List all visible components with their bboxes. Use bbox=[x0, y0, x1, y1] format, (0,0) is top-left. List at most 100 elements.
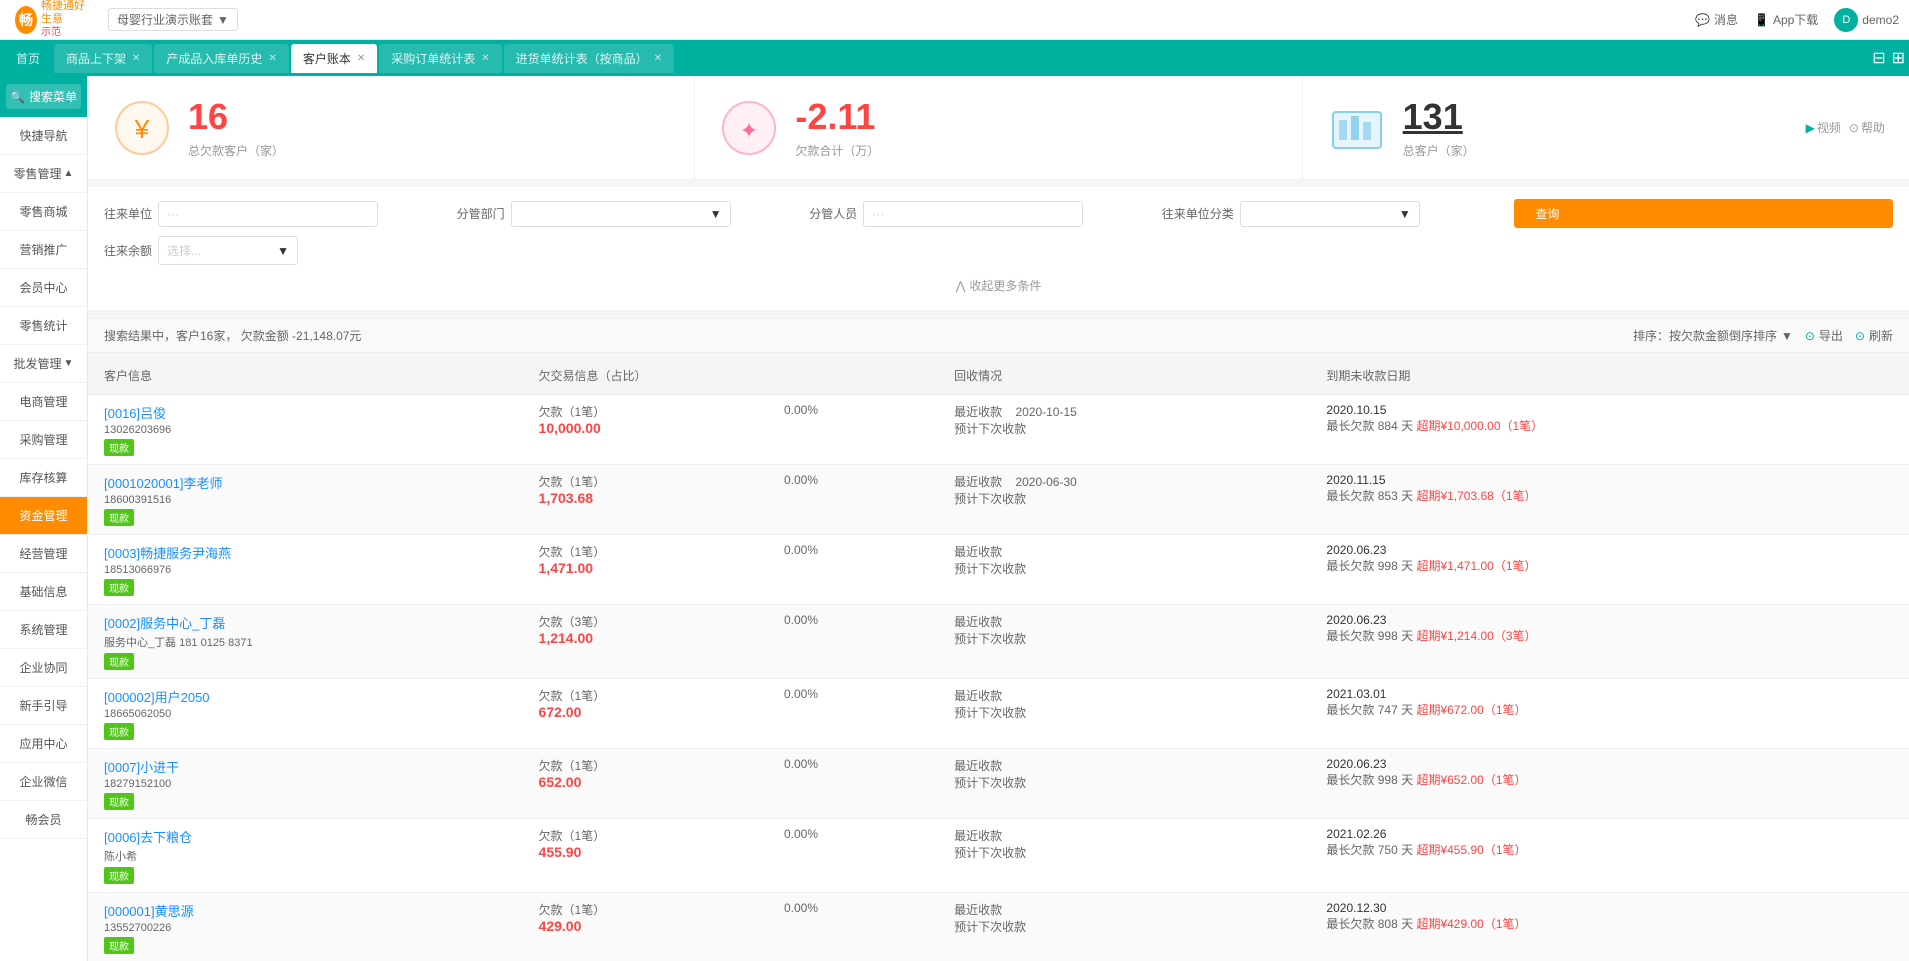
search-menu-button[interactable]: 🔍 搜索菜单 bbox=[6, 84, 81, 109]
latest-pay: 最近收款 2020-10-15 bbox=[954, 403, 1294, 420]
overdue-link[interactable]: 超期¥1,703.68（1笔） bbox=[1416, 489, 1536, 503]
stat-card-actions: ▶ 视频 ⊙ 帮助 bbox=[1806, 119, 1885, 136]
export-button[interactable]: ⊙ 导出 bbox=[1805, 327, 1843, 344]
overdue-link[interactable]: 超期¥10,000.00（1笔） bbox=[1416, 419, 1543, 433]
table-row: [000002]用户2050 18665062050 现款 欠款（1笔） 672… bbox=[88, 679, 1909, 749]
customer-cell: [0006]去下粮仓 陈小希 现款 bbox=[88, 819, 523, 893]
owe-amount-value: -2.11 bbox=[795, 96, 1277, 138]
percentage-cell: 0.00% bbox=[760, 535, 938, 605]
sidebar-item-purchase-mgmt[interactable]: 采购管理 bbox=[0, 421, 87, 459]
help-button[interactable]: ⊙ 帮助 bbox=[1849, 119, 1885, 136]
sidebar: 🔍 搜索菜单 快捷导航 零售管理 ▲ 零售商城 营销推广 bbox=[0, 76, 88, 961]
total-customers-info: 131 总客户（家） bbox=[1403, 96, 1790, 159]
sidebar-item-marketing[interactable]: 营销推广 bbox=[0, 231, 87, 269]
owe-count: 欠款（1笔） bbox=[539, 403, 744, 420]
customer-name-link[interactable]: [0007]小进干 bbox=[104, 757, 507, 776]
owe-amount[interactable]: 429.00 bbox=[539, 918, 744, 934]
sidebar-item-app-center[interactable]: 应用中心 bbox=[0, 725, 87, 763]
refresh-button[interactable]: ⊙ 刷新 bbox=[1855, 327, 1893, 344]
company-selector[interactable]: 母婴行业演示账套 ▼ bbox=[108, 8, 238, 31]
overdue-link[interactable]: 超期¥1,214.00（3笔） bbox=[1416, 629, 1536, 643]
owe-amount[interactable]: 1,471.00 bbox=[539, 560, 744, 576]
latest-pay: 最近收款 bbox=[954, 827, 1294, 844]
overdue-link[interactable]: 超期¥672.00（1笔） bbox=[1416, 703, 1526, 717]
tab-product-history-label: 产成品入库单历史 bbox=[166, 50, 262, 67]
manager-input[interactable]: ··· bbox=[863, 201, 1083, 227]
tab-customer-account-label: 客户账本 bbox=[303, 50, 351, 67]
tab-close-icon[interactable]: ✕ bbox=[268, 53, 276, 64]
customer-name-link[interactable]: [0016]吕俊 bbox=[104, 403, 507, 422]
sidebar-item-corp-wechat[interactable]: 企业微信 bbox=[0, 763, 87, 801]
balance-select[interactable]: 选择... ▼ bbox=[158, 236, 298, 265]
tab-close-icon[interactable]: ✕ bbox=[132, 53, 140, 64]
sidebar-item-batch-mgmt[interactable]: 批发管理 ▼ bbox=[0, 345, 87, 383]
tab-product-off[interactable]: 商品上下架 ✕ bbox=[54, 44, 152, 73]
app-download-button[interactable]: 📱 App下载 bbox=[1754, 11, 1818, 28]
owe-amount[interactable]: 455.90 bbox=[539, 844, 744, 860]
owe-count: 欠款（3笔） bbox=[539, 613, 744, 630]
view-video-button[interactable]: ▶ 视频 bbox=[1806, 119, 1841, 136]
tab-close-icon[interactable]: ✕ bbox=[357, 53, 365, 64]
customer-name-link[interactable]: [0001020001]李老师 bbox=[104, 473, 507, 492]
due-date-cell: 2020.06.23 最长欠款 998 天 超期¥652.00（1笔） bbox=[1310, 749, 1909, 819]
tab-purchase-stats[interactable]: 进货单统计表（按商品） ✕ bbox=[504, 44, 674, 73]
sidebar-item-ecommerce[interactable]: 电商管理 bbox=[0, 383, 87, 421]
sort-selector[interactable]: 排序：按欠款金额倒序排序 ▼ bbox=[1633, 327, 1793, 344]
owe-amount[interactable]: 652.00 bbox=[539, 774, 744, 790]
owe-percentage: 0.00% bbox=[784, 687, 818, 701]
due-date-cell: 2020.06.23 最长欠款 998 天 超期¥1,214.00（3笔） bbox=[1310, 605, 1909, 679]
tab-close-icon[interactable]: ✕ bbox=[481, 53, 489, 64]
customer-name-link[interactable]: [0003]畅捷服务尹海燕 bbox=[104, 543, 507, 562]
collapse-button[interactable]: ⋀ 收起更多条件 bbox=[956, 277, 1042, 294]
sidebar-item-quick-nav[interactable]: 快捷导航 bbox=[0, 117, 87, 155]
sidebar-item-inventory[interactable]: 库存核算 bbox=[0, 459, 87, 497]
search-button[interactable]: 查询 bbox=[1514, 199, 1893, 228]
sidebar-item-guide[interactable]: 新手引导 bbox=[0, 687, 87, 725]
sidebar-item-basic-info[interactable]: 基础信息 bbox=[0, 573, 87, 611]
tabs-maximize-icon[interactable]: ⊞ bbox=[1892, 48, 1905, 68]
tab-home[interactable]: 首页 bbox=[4, 44, 52, 73]
customer-name-link[interactable]: [0002]服务中心_丁磊 bbox=[104, 613, 507, 632]
max-owe-days: 最长欠款 750 天 超期¥455.90（1笔） bbox=[1326, 841, 1893, 858]
sidebar-item-retail-stats[interactable]: 零售统计 bbox=[0, 307, 87, 345]
latest-pay: 最近收款 bbox=[954, 901, 1294, 918]
owe-amount[interactable]: 1,703.68 bbox=[539, 490, 744, 506]
sidebar-item-retail-mgmt[interactable]: 零售管理 ▲ bbox=[0, 155, 87, 193]
sidebar-item-vip[interactable]: 畅会员 bbox=[0, 801, 87, 839]
user-menu[interactable]: D demo2 bbox=[1834, 8, 1899, 32]
owe-amount[interactable]: 1,214.00 bbox=[539, 630, 744, 646]
table-row: [0006]去下粮仓 陈小希 现款 欠款（1笔） 455.90 0.00% 最近… bbox=[88, 819, 1909, 893]
owe-percentage: 0.00% bbox=[784, 403, 818, 417]
tab-product-history[interactable]: 产成品入库单历史 ✕ bbox=[154, 44, 288, 73]
overdue-link[interactable]: 超期¥455.90（1笔） bbox=[1416, 843, 1526, 857]
tabs-minimize-icon[interactable]: ⊟ bbox=[1872, 48, 1885, 68]
overdue-link[interactable]: 超期¥1,471.00（1笔） bbox=[1416, 559, 1536, 573]
sidebar-item-member-center[interactable]: 会员中心 bbox=[0, 269, 87, 307]
sidebar-item-operations[interactable]: 经营管理 bbox=[0, 535, 87, 573]
customer-name-link[interactable]: [000002]用户2050 bbox=[104, 687, 507, 706]
sidebar-item-enterprise[interactable]: 企业协同 bbox=[0, 649, 87, 687]
message-button[interactable]: 💬 消息 bbox=[1695, 11, 1738, 28]
overdue-link[interactable]: 超期¥429.00（1笔） bbox=[1416, 917, 1526, 931]
customer-name-link[interactable]: [000001]黄思源 bbox=[104, 901, 507, 920]
department-select[interactable]: ▼ bbox=[511, 201, 731, 227]
total-customers-value: 131 bbox=[1403, 96, 1790, 138]
owe-amount[interactable]: 672.00 bbox=[539, 704, 744, 720]
owe-count: 欠款（1笔） bbox=[539, 543, 744, 560]
owe-info-cell: 欠款（1笔） 10,000.00 bbox=[523, 395, 760, 465]
sidebar-item-system[interactable]: 系统管理 bbox=[0, 611, 87, 649]
sidebar-item-retail-store[interactable]: 零售商城 bbox=[0, 193, 87, 231]
customer-name-link[interactable]: [0006]去下粮仓 bbox=[104, 827, 507, 846]
sidebar-item-finance[interactable]: 资金管理 bbox=[0, 497, 87, 535]
owe-amount-label: 欠款合计（万） bbox=[795, 142, 1277, 159]
tab-customer-account[interactable]: 客户账本 ✕ bbox=[291, 44, 377, 73]
tab-purchase-order[interactable]: 采购订单统计表 ✕ bbox=[379, 44, 501, 73]
collapse-icon: ⋀ bbox=[956, 279, 966, 293]
unit-category-select[interactable]: ▼ bbox=[1240, 201, 1420, 227]
svg-text:✦: ✦ bbox=[740, 118, 758, 143]
owe-info-cell: 欠款（1笔） 1,703.68 bbox=[523, 465, 760, 535]
tab-close-icon[interactable]: ✕ bbox=[654, 53, 662, 64]
owe-amount[interactable]: 10,000.00 bbox=[539, 420, 744, 436]
source-unit-input[interactable]: ··· bbox=[158, 201, 378, 227]
overdue-link[interactable]: 超期¥652.00（1笔） bbox=[1416, 773, 1526, 787]
